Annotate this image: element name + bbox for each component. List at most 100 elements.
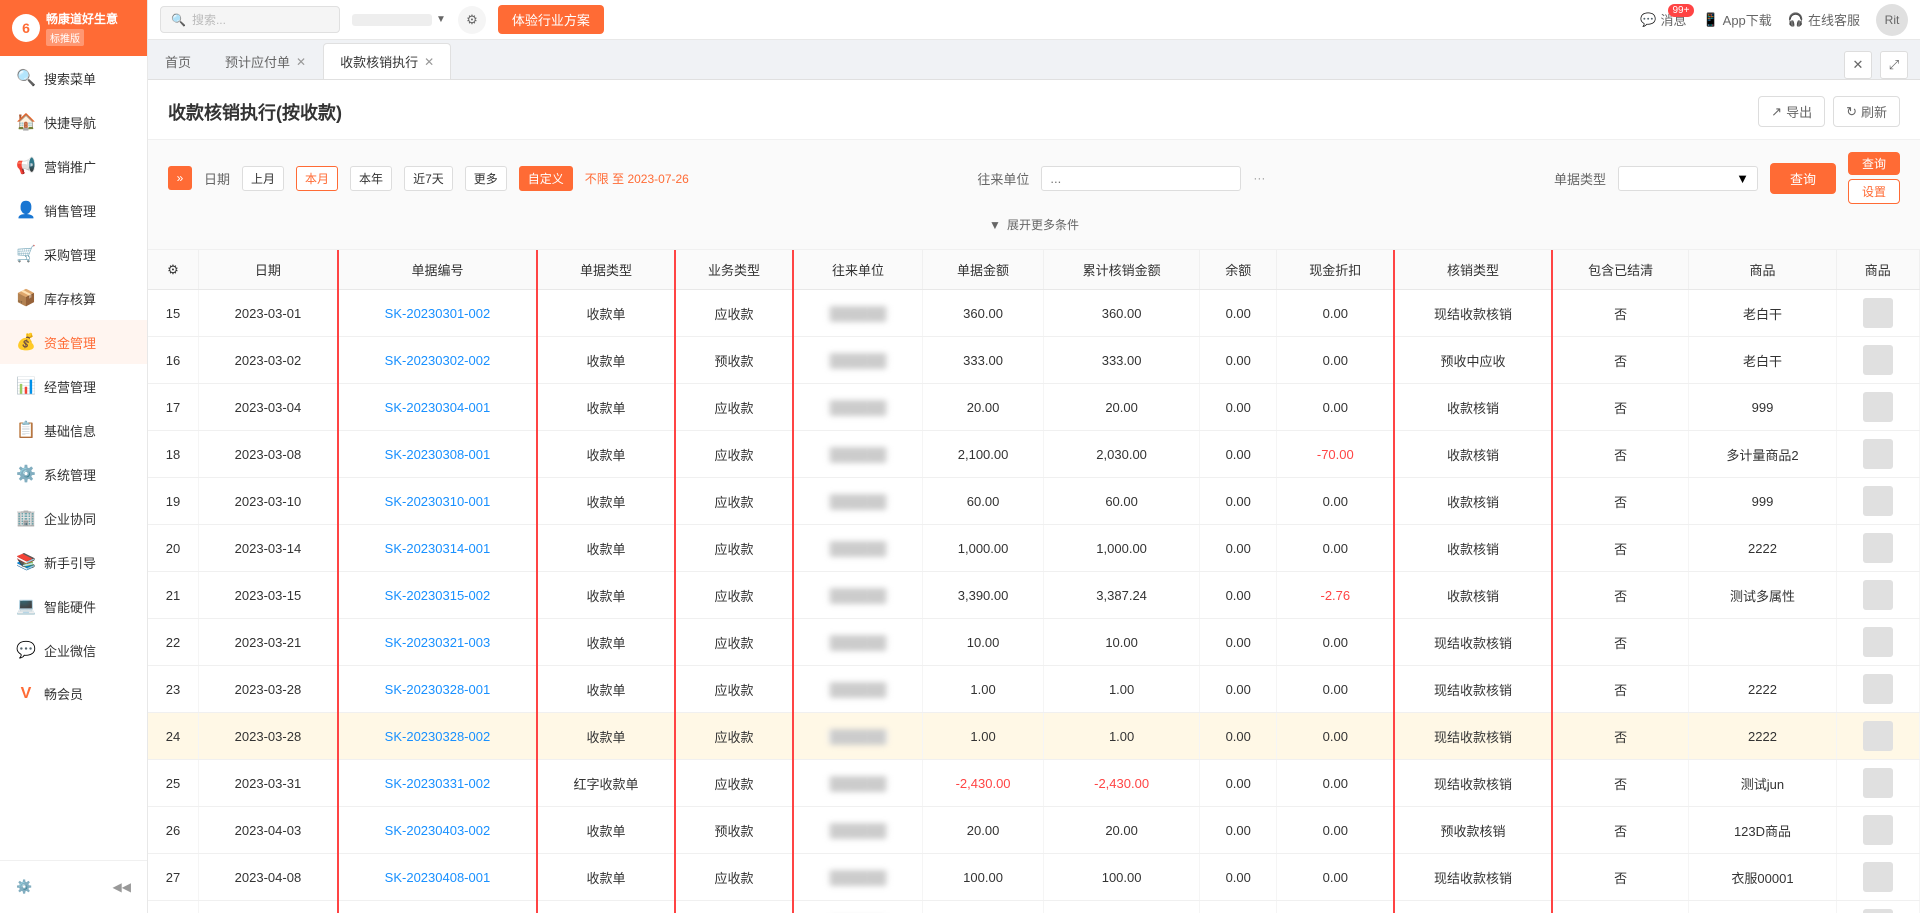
col-settings[interactable]: ⚙ — [148, 250, 199, 290]
sidebar-item-purchase[interactable]: 🛒 采购管理 — [0, 232, 147, 276]
doc-no-link[interactable]: SK-20230301-002 — [385, 306, 491, 321]
table-cell[interactable]: SK-20230403-002 — [338, 807, 537, 854]
filter-partner-input[interactable] — [1041, 166, 1241, 191]
doc-no-link[interactable]: SK-20230302-002 — [385, 353, 491, 368]
table-cell[interactable]: SK-20230315-002 — [338, 572, 537, 619]
sidebar-item-corp[interactable]: 🏢 企业协同 — [0, 496, 147, 540]
tab-prepay-close[interactable]: ✕ — [296, 55, 306, 69]
sidebar-item-search[interactable]: 🔍 搜索菜单 — [0, 56, 147, 100]
message-button[interactable]: 💬 消息 99+ — [1640, 10, 1686, 29]
doc-no-link[interactable]: SK-20230408-001 — [385, 870, 491, 885]
doc-no-link[interactable]: SK-20230328-001 — [385, 682, 491, 697]
table-cell[interactable]: SK-20230301-002 — [338, 290, 537, 337]
table-cell[interactable]: SK-20230331-002 — [338, 760, 537, 807]
table-cell: 应收款 — [675, 290, 793, 337]
table-cell: 衣服00001 — [1689, 854, 1836, 901]
doc-no-link[interactable]: SK-20230310-001 — [385, 494, 491, 509]
table-cell: 26 — [148, 807, 199, 854]
system-icon: ⚙️ — [16, 464, 36, 484]
table-cell: 应收款 — [675, 854, 793, 901]
filter-setting-button[interactable]: 设置 — [1848, 179, 1900, 204]
tab-home[interactable]: 首页 — [148, 43, 208, 79]
export-button[interactable]: ↗ 导出 — [1758, 96, 1825, 127]
topbar-dropdown[interactable]: ▼ — [352, 14, 446, 26]
table-cell[interactable]: SK-20230328-002 — [338, 713, 537, 760]
page-header: 收款核销执行(按收款) ↗ 导出 ↻ 刷新 — [148, 80, 1920, 140]
table-cell[interactable]: SK-20230304-001 — [338, 384, 537, 431]
doc-no-link[interactable]: SK-20230315-002 — [385, 588, 491, 603]
table-cell: 3,390.00 — [923, 572, 1044, 619]
solution-button[interactable]: 体验行业方案 — [498, 5, 604, 34]
sidebar-item-basic-info[interactable]: 📋 基础信息 — [0, 408, 147, 452]
filter-btn-more[interactable]: 更多 — [465, 166, 507, 191]
tab-collection-close[interactable]: ✕ — [424, 55, 434, 69]
table-cell: ██████ — [793, 713, 922, 760]
topbar-gear-button[interactable]: ⚙ — [458, 6, 486, 34]
sidebar-item-finance[interactable]: 💰 资金管理 — [0, 320, 147, 364]
marketing-icon: 📢 — [16, 156, 36, 176]
table-cell: 现结收款核销 — [1394, 666, 1552, 713]
col-partner: 往来单位 — [793, 250, 922, 290]
sidebar-item-hardware[interactable]: 💻 智能硬件 — [0, 584, 147, 628]
table-cell: ██████ — [793, 807, 922, 854]
tab-collection[interactable]: 收款核销执行 ✕ — [323, 43, 451, 79]
table-cell: 10.00 — [923, 619, 1044, 666]
filter-btn-this-year[interactable]: 本年 — [350, 166, 392, 191]
sidebar-settings[interactable]: ⚙️ ◀◀ — [0, 871, 147, 903]
sidebar-item-member[interactable]: V 畅会员 — [0, 672, 147, 715]
refresh-button[interactable]: ↻ 刷新 — [1833, 96, 1900, 127]
doc-no-link[interactable]: SK-20230304-001 — [385, 400, 491, 415]
sidebar-item-system[interactable]: ⚙️ 系统管理 — [0, 452, 147, 496]
table-cell[interactable]: SK-20230408-001 — [338, 854, 537, 901]
table-cell: 现结收款核销 — [1394, 760, 1552, 807]
doc-no-link[interactable]: SK-20230321-003 — [385, 635, 491, 650]
filter-btn-last-month[interactable]: 上月 — [242, 166, 284, 191]
table-cell: 23 — [148, 666, 199, 713]
collapse-icon[interactable]: ◀◀ — [113, 880, 131, 894]
filter-btn-7days[interactable]: 近7天 — [404, 166, 453, 191]
filter-more-dots[interactable]: ··· — [1253, 171, 1265, 185]
filter-query-button[interactable]: 查询 — [1770, 163, 1836, 194]
app-download-button[interactable]: 📱 App下载 — [1702, 10, 1771, 29]
expand-more-row[interactable]: ▼ 展开更多条件 — [168, 212, 1900, 237]
table-settings-icon[interactable]: ⚙ — [167, 262, 179, 277]
doc-no-link[interactable]: SK-20230328-002 — [385, 729, 491, 744]
doc-no-link[interactable]: SK-20230331-002 — [385, 776, 491, 791]
table-cell[interactable]: SK-20230418-001 — [338, 901, 537, 913]
table-cell[interactable]: SK-20230314-001 — [338, 525, 537, 572]
filter-doc-type-select[interactable]: ▼ — [1618, 166, 1758, 191]
topbar-search-box[interactable]: 🔍 搜索... — [160, 6, 340, 33]
sidebar-item-wechat[interactable]: 💬 企业微信 — [0, 628, 147, 672]
sidebar-item-quick-nav[interactable]: 🏠 快捷导航 — [0, 100, 147, 144]
table-cell[interactable]: SK-20230310-001 — [338, 478, 537, 525]
doc-no-link[interactable]: SK-20230403-002 — [385, 823, 491, 838]
tab-prepay[interactable]: 预计应付单 ✕ — [208, 43, 323, 79]
sidebar-item-sales[interactable]: 👤 销售管理 — [0, 188, 147, 232]
filter-query-button-2[interactable]: 查询 — [1848, 152, 1900, 175]
service-button[interactable]: 🎧 在线客服 — [1788, 10, 1860, 29]
filter-btn-custom[interactable]: 自定义 — [519, 166, 573, 191]
tab-maximize-button[interactable]: ⤢ — [1880, 51, 1908, 79]
filter-expand-button[interactable]: » — [168, 166, 192, 190]
table-cell: 1.00 — [923, 713, 1044, 760]
table-cell[interactable]: SK-20230321-003 — [338, 619, 537, 666]
sidebar-item-marketing[interactable]: 📢 营销推广 — [0, 144, 147, 188]
sidebar-item-guide[interactable]: 📚 新手引导 — [0, 540, 147, 584]
user-avatar[interactable]: Rit — [1876, 4, 1908, 36]
table-cell[interactable]: SK-20230328-001 — [338, 666, 537, 713]
table-cell: 否 — [1552, 807, 1689, 854]
doc-no-link[interactable]: SK-20230308-001 — [385, 447, 491, 462]
topbar: 🔍 搜索... ▼ ⚙ 体验行业方案 💬 消息 99+ 📱 App下载 🎧 在线… — [148, 0, 1920, 40]
sidebar-item-inventory[interactable]: 📦 库存核算 — [0, 276, 147, 320]
tab-close-button[interactable]: ✕ — [1844, 51, 1872, 79]
table-cell[interactable]: SK-20230302-002 — [338, 337, 537, 384]
table-cell: 2023-03-08 — [199, 431, 338, 478]
filter-btn-this-month[interactable]: 本月 — [296, 166, 338, 191]
table-cell — [1836, 854, 1919, 901]
sidebar-item-operations[interactable]: 📊 经营管理 — [0, 364, 147, 408]
table-cell: 现结收款核销 — [1394, 713, 1552, 760]
table-cell: 0.00 — [1200, 384, 1277, 431]
doc-no-link[interactable]: SK-20230314-001 — [385, 541, 491, 556]
table-cell: 应收款 — [675, 713, 793, 760]
table-cell[interactable]: SK-20230308-001 — [338, 431, 537, 478]
